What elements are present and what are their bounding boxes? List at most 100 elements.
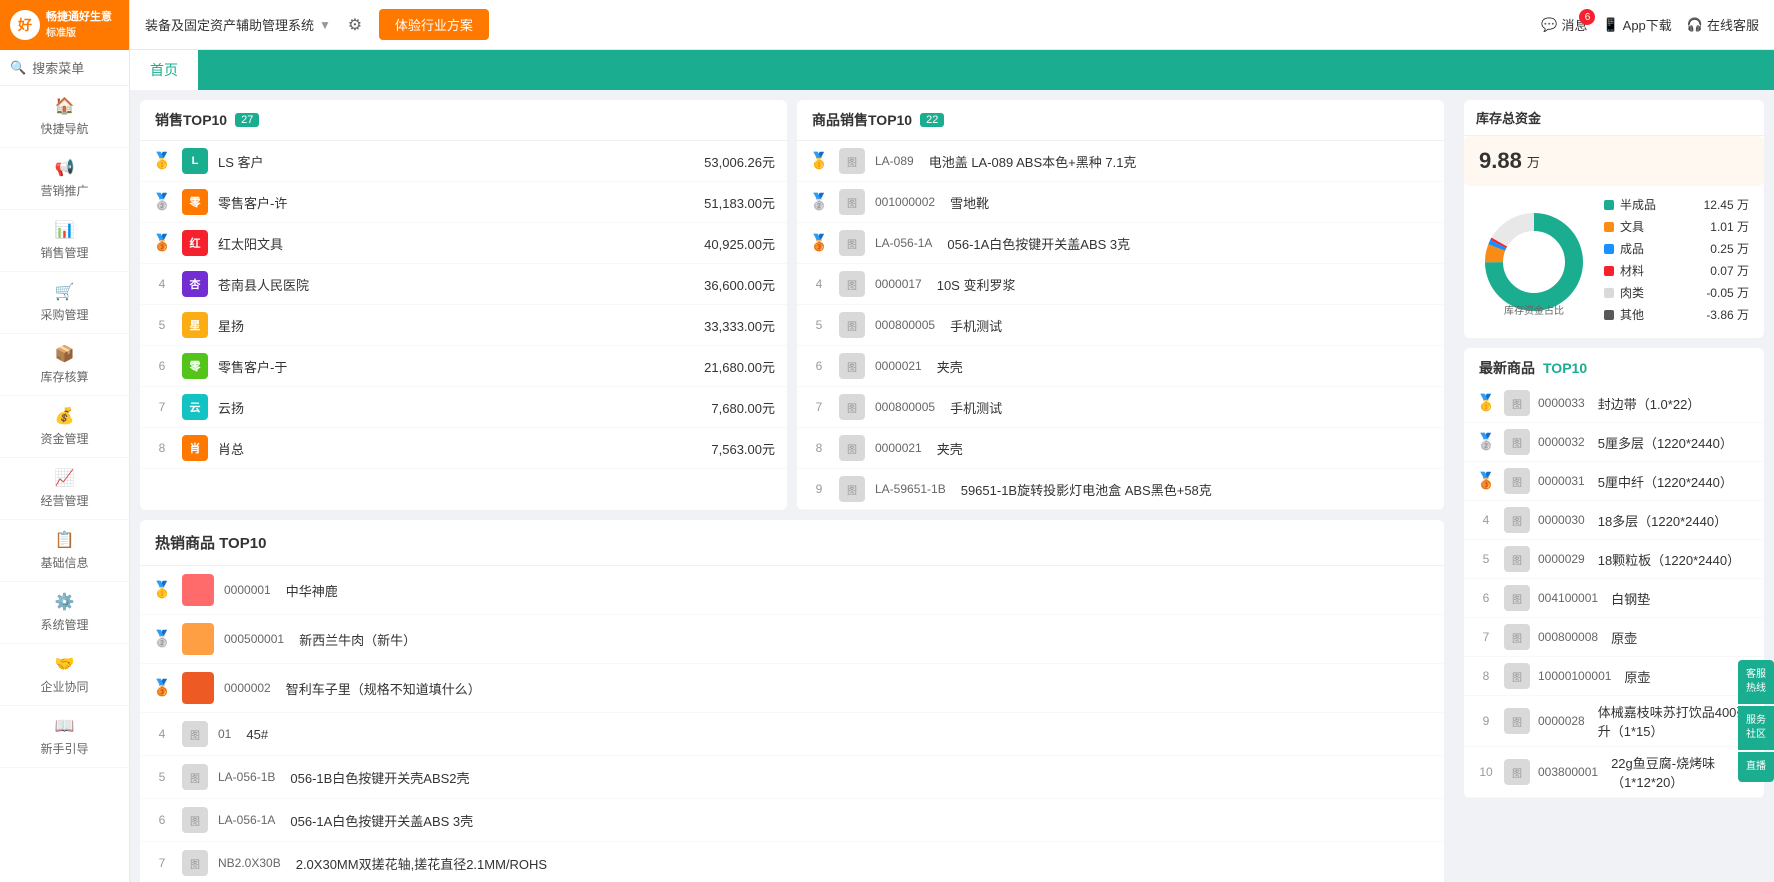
legend-name: 半成品 (1620, 196, 1698, 213)
topbar-right: 💬 消息 6 📱 App下载 🎧 在线客服 (1541, 15, 1759, 34)
collab-icon: 🤝 (55, 654, 75, 674)
purchase-icon: 🛒 (55, 282, 75, 302)
avatar: 星 (182, 312, 208, 338)
top-sales-badge: 27 (235, 113, 259, 127)
list-item: 4 图 0000030 18多层（1220*2440） (1464, 501, 1764, 540)
list-item: 4 图 0000017 10S 变利罗浆 (797, 264, 1444, 305)
sidebar-item-inventory[interactable]: 📦 库存核算 (0, 334, 129, 396)
rank-medal: 🥈 (152, 629, 172, 649)
item-name: 18颗粒板（1220*2440） (1598, 550, 1752, 569)
legend-name: 成品 (1620, 240, 1704, 257)
sidebar-item-sales[interactable]: 📊 销售管理 (0, 210, 129, 272)
sidebar-item-finance[interactable]: 💰 资金管理 (0, 396, 129, 458)
legend-dot (1604, 310, 1614, 320)
sidebar-item-basics-label: 基础信息 (40, 554, 88, 571)
sidebar-item-marketing-label: 营销推广 (40, 182, 88, 199)
sidebar-item-guide[interactable]: 📖 新手引导 (0, 706, 129, 768)
rank-medal-1: 🥇 (152, 151, 172, 171)
product-avatar: 图 (182, 764, 208, 790)
item-code: LA-056-1A (875, 236, 932, 250)
item-name: 智利车子里（规格不知道填什么） (286, 679, 1432, 698)
new-products-card: 最新商品 TOP10 🥇 图 0000033 封边带（1.0*22） 🥈 图 0… (1464, 348, 1764, 798)
item-amount: 36,600.00元 (704, 275, 775, 294)
new-products-title: 最新商品 (1479, 358, 1535, 378)
item-code: 0000032 (1538, 435, 1585, 449)
legend-value: 12.45 万 (1704, 196, 1749, 213)
product-avatar: 图 (1504, 546, 1530, 572)
legend-dot (1604, 244, 1614, 254)
donut-chart: 库存资金占比 (1479, 207, 1589, 317)
system-selector[interactable]: 装备及固定资产辅助管理系统 ▼ (145, 15, 331, 34)
sidebar-item-purchase[interactable]: 🛒 采购管理 (0, 272, 129, 334)
top-sales-card: 销售TOP10 27 🥇 L LS 客户 53,006.26元 🥈 零 (140, 100, 787, 510)
sidebar-item-operations[interactable]: 📈 经营管理 (0, 458, 129, 520)
list-item: 8 图 0000021 夹壳 (797, 428, 1444, 469)
product-thumbnail (182, 574, 214, 606)
rank-num: 9 (1476, 714, 1496, 728)
legend-item-other: 其他 -3.86 万 (1604, 306, 1749, 323)
product-avatar: 图 (1504, 708, 1530, 734)
hot-goods-badge: 22 (920, 113, 944, 127)
top-sales-header: 销售TOP10 27 (140, 100, 787, 141)
sidebar-item-inventory-label: 库存核算 (40, 368, 88, 385)
sidebar-item-home[interactable]: 🏠 快捷导航 (0, 86, 129, 148)
sidebar-item-collab[interactable]: 🤝 企业协同 (0, 644, 129, 706)
item-name: 零售客户-许 (218, 193, 694, 212)
list-item: 🥈 零 零售客户-许 51,183.00元 (140, 182, 787, 223)
list-item: 6 图 004100001 白钢垫 (1464, 579, 1764, 618)
main-area: 装备及固定资产辅助管理系统 ▼ ⚙ 体验行业方案 💬 消息 6 📱 App下载 … (130, 0, 1774, 882)
rank-num: 7 (1476, 630, 1496, 644)
list-item: 🥉 红 红太阳文具 40,925.00元 (140, 223, 787, 264)
settings-button[interactable]: ⚙ (341, 11, 369, 39)
item-code: NB2.0X30B (218, 856, 281, 870)
top-sales-title: 销售TOP10 (155, 110, 227, 130)
rank-num: 4 (152, 727, 172, 741)
rank-num: 5 (1476, 552, 1496, 566)
sidebar-item-basics[interactable]: 📋 基础信息 (0, 520, 129, 582)
app-download-button[interactable]: 📱 App下载 (1602, 15, 1671, 34)
cs-live-button[interactable]: 直播 (1738, 752, 1774, 782)
trial-button[interactable]: 体验行业方案 (379, 9, 489, 40)
rank-num-6: 6 (152, 359, 172, 373)
main-content: 销售TOP10 27 🥇 L LS 客户 53,006.26元 🥈 零 (130, 90, 1454, 882)
online-service-button[interactable]: 🎧 在线客服 (1687, 15, 1759, 34)
item-name: 原壶 (1611, 628, 1752, 647)
sidebar-item-marketing[interactable]: 📢 营销推广 (0, 148, 129, 210)
rank-num: 5 (152, 770, 172, 784)
rank-medal: 🥉 (152, 678, 172, 698)
list-item: 9 图 0000028 体械嘉枝味苏打饮品400毫升（1*15） (1464, 696, 1764, 747)
list-item: 🥇 0000001 中华神鹿 (140, 566, 1444, 615)
item-code: 0000033 (1538, 396, 1585, 410)
product-avatar: 图 (1504, 507, 1530, 533)
product-avatar: 图 (1504, 429, 1530, 455)
notification-icon: 💬 (1541, 17, 1557, 33)
item-name: 2.0X30MM双搓花轴,搓花直径2.1MM/ROHS (296, 854, 1432, 873)
cs-community-button[interactable]: 服务社区 (1738, 706, 1774, 750)
list-item: 6 零 零售客户-于 21,680.00元 (140, 346, 787, 387)
product-avatar: 图 (839, 394, 865, 420)
sidebar-nav: 🏠 快捷导航 📢 营销推广 📊 销售管理 🛒 采购管理 📦 库存核算 💰 资金管… (0, 86, 129, 882)
app-name: 畅捷通好生意 (46, 11, 112, 24)
notifications-button[interactable]: 💬 消息 6 (1541, 15, 1587, 34)
rank-num: 6 (809, 359, 829, 373)
item-name: 056-1B白色按键开关壳ABS2壳 (290, 768, 1432, 787)
sidebar-item-purchase-label: 采购管理 (40, 306, 88, 323)
search-menu[interactable]: 🔍 搜索菜单 (0, 50, 129, 86)
chart-label: 库存资金占比 (1504, 302, 1564, 317)
list-item: 4 图 01 45# (140, 713, 1444, 756)
rank-medal-2: 🥈 (152, 192, 172, 212)
item-name: 22g鱼豆腐-烧烤味（1*12*20） (1611, 753, 1752, 791)
item-name: 056-1A白色按键开关盖ABS 3壳 (290, 811, 1432, 830)
cs-hotline-button[interactable]: 客服热线 (1738, 660, 1774, 704)
item-name: 苍南县人民医院 (218, 275, 694, 294)
hot-goods-title: 商品销售TOP10 (812, 110, 912, 130)
sidebar-item-system[interactable]: ⚙️ 系统管理 (0, 582, 129, 644)
item-name: 新西兰牛肉（新牛） (299, 630, 1432, 649)
search-icon: 🔍 (10, 60, 26, 76)
list-item: 6 图 LA-056-1A 056-1A白色按键开关盖ABS 3壳 (140, 799, 1444, 842)
item-name: 056-1A白色按键开关盖ABS 3克 (947, 234, 1432, 253)
rank-num: 6 (1476, 591, 1496, 605)
marketing-icon: 📢 (55, 158, 75, 178)
legend-name: 肉类 (1620, 284, 1700, 301)
tab-home[interactable]: 首页 (130, 50, 198, 90)
